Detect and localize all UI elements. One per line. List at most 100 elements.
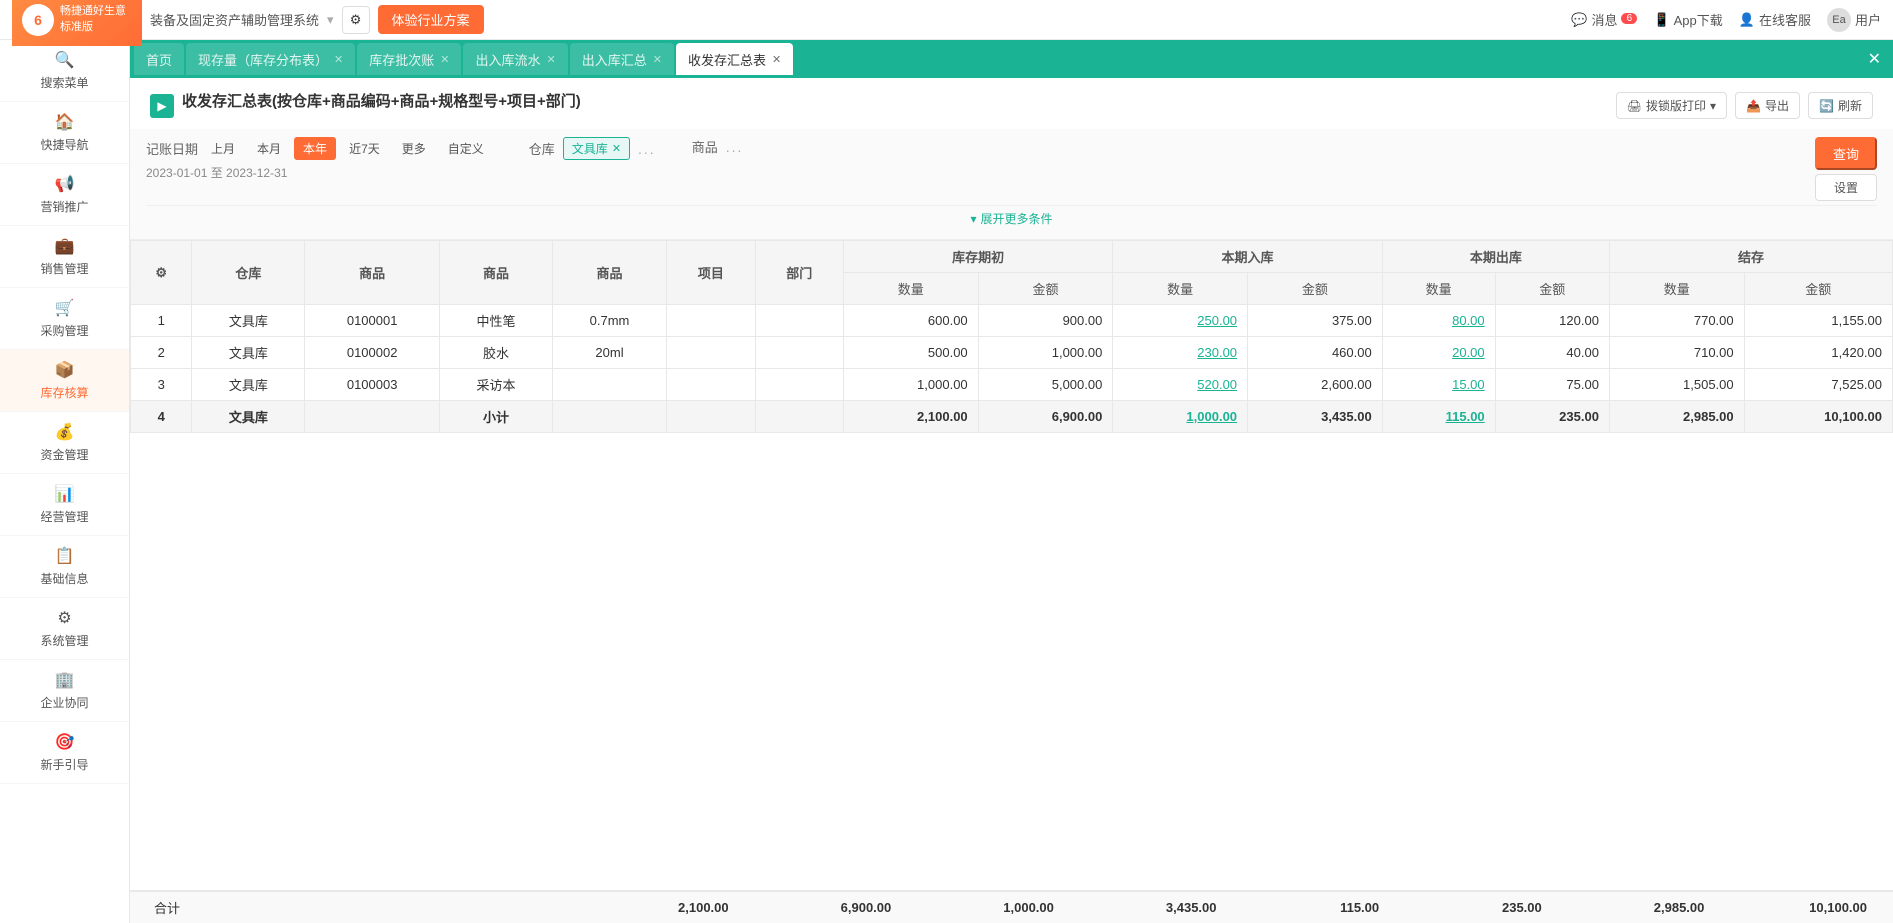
tab-recv_summary[interactable]: 收发存汇总表 ✕ [676, 43, 793, 75]
sidebar-item-quick[interactable]: 🏠快捷导航 [0, 102, 129, 164]
messages-label: 消息 [1591, 10, 1617, 29]
tab-summary[interactable]: 出入库汇总✕ [570, 43, 674, 75]
print-icon: 🖨 [1627, 99, 1642, 113]
date-custom[interactable]: 自定义 [439, 137, 493, 160]
date-7days[interactable]: 近7天 [340, 137, 389, 160]
cell-spec [552, 369, 666, 401]
in-qty-link[interactable]: 250.00 [1197, 313, 1237, 328]
sidebar-item-newbie[interactable]: 🎯新手引导 [0, 722, 129, 784]
cell-name: 采访本 [440, 369, 553, 401]
cell-out-amt: 120.00 [1495, 305, 1609, 337]
page-title-bar: ▶ 收发存汇总表(按仓库+商品编码+商品+规格型号+项目+部门) 🖨 拨锁版打印… [130, 78, 1893, 129]
warehouse-tag-text: 文具库 [572, 140, 608, 157]
sidebar-item-finance[interactable]: 💰资金管理 [0, 412, 129, 474]
gear-button[interactable]: ⚙ [342, 6, 370, 34]
settings-button[interactable]: 设置 [1815, 174, 1877, 201]
trial-button[interactable]: 体验行业方案 [378, 5, 484, 34]
online-service-btn[interactable]: 👤 在线客服 [1739, 10, 1811, 29]
expand-conditions-btn[interactable]: ▾ 展开更多条件 [970, 210, 1052, 227]
cell-bal-qty: 2,985.00 [1609, 401, 1744, 433]
warehouse-tag-close[interactable]: ✕ [612, 142, 621, 155]
sidebar-item-inventory[interactable]: 📦库存核算 [0, 350, 129, 412]
export-icon: 📤 [1746, 99, 1761, 113]
warehouse-more-btn[interactable]: ... [638, 141, 656, 157]
header-left: 6 畅捷通好生意标准版 装备及固定资产辅助管理系统 ▾ ⚙ 体验行业方案 [12, 0, 484, 46]
tab-home[interactable]: 首页 [134, 43, 184, 75]
col-settings-icon[interactable]: ⚙ [131, 241, 192, 305]
sidebar-item-operations[interactable]: 📊经营管理 [0, 474, 129, 536]
search-label: 搜索菜单 [40, 74, 88, 91]
table-row: 3 文具库 0100003 采访本 1,000.00 5,000.00 520.… [131, 369, 1893, 401]
out-qty-link[interactable]: 20.00 [1452, 345, 1485, 360]
tab-flow[interactable]: 出入库流水✕ [463, 43, 567, 75]
cell-seq: 4 [131, 401, 192, 433]
sidebar-item-search[interactable]: 🔍搜索菜单 [0, 40, 129, 102]
cell-warehouse: 文具库 [192, 369, 305, 401]
in-qty-link[interactable]: 1,000.00 [1186, 409, 1237, 424]
col-group-out: 本期出库 [1382, 241, 1609, 273]
top-header: 6 畅捷通好生意标准版 装备及固定资产辅助管理系统 ▾ ⚙ 体验行业方案 💬 消… [0, 0, 1893, 40]
sidebar-item-sales[interactable]: 💼销售管理 [0, 226, 129, 288]
tab-close-batch[interactable]: ✕ [440, 53, 449, 66]
date-this-year[interactable]: 本年 [294, 137, 336, 160]
page-title: 收发存汇总表(按仓库+商品编码+商品+规格型号+项目+部门) [182, 90, 581, 111]
export-button[interactable]: 📤 导出 [1735, 92, 1800, 119]
out-qty-link[interactable]: 80.00 [1452, 313, 1485, 328]
refresh-button[interactable]: 🔄 刷新 [1808, 92, 1873, 119]
cell-init-amt: 1,000.00 [978, 337, 1113, 369]
logo-icon: 6 [22, 4, 54, 36]
in-qty-link[interactable]: 520.00 [1197, 377, 1237, 392]
collapse-arrow-icon[interactable]: ▶ [150, 94, 174, 118]
marketing-label: 营销推广 [40, 198, 88, 215]
cell-init-qty: 600.00 [843, 305, 978, 337]
print-button[interactable]: 🖨 拨锁版打印 ▾ [1616, 92, 1727, 119]
sidebar-item-marketing[interactable]: 📢营销推广 [0, 164, 129, 226]
user-label: 用户 [1855, 10, 1881, 29]
cell-spec: 0.7mm [552, 305, 666, 337]
operations-icon: 📊 [55, 484, 75, 504]
data-table: ⚙ 仓库 商品 商品 商品 项目 部门 库存期初 本期入库 本期出库 结存 [130, 240, 1893, 433]
cell-warehouse: 文具库 [192, 337, 305, 369]
out-qty-link[interactable]: 115.00 [1446, 409, 1485, 424]
messages-btn[interactable]: 💬 消息 6 [1571, 10, 1637, 29]
print-label: 拨锁版打印 [1646, 97, 1706, 114]
query-col: 查询 设置 [1815, 137, 1877, 201]
sidebar-item-enterprise[interactable]: 🏢企业协同 [0, 660, 129, 722]
cell-name: 小计 [440, 401, 553, 433]
cell-bal-amt: 1,155.00 [1744, 305, 1892, 337]
query-button[interactable]: 查询 [1815, 137, 1877, 170]
cell-out-amt: 235.00 [1495, 401, 1609, 433]
service-icon: 👤 [1739, 12, 1755, 28]
user-btn[interactable]: Ea 用户 [1827, 8, 1881, 32]
date-last-month[interactable]: 上月 [202, 137, 244, 160]
col-code: 商品 [305, 241, 440, 305]
footer-in-qty: 1,000.00 [901, 900, 1064, 915]
col-warehouse: 仓库 [192, 241, 305, 305]
out-qty-link[interactable]: 15.00 [1452, 377, 1485, 392]
sub-out-amt: 金额 [1495, 273, 1609, 305]
sidebar-item-system[interactable]: ⚙系统管理 [0, 598, 129, 660]
sub-bal-amt: 金额 [1744, 273, 1892, 305]
date-this-month[interactable]: 本月 [248, 137, 290, 160]
sidebar-item-basic[interactable]: 📋基础信息 [0, 536, 129, 598]
tab-label-recv_summary: 收发存汇总表 [688, 50, 766, 69]
tab-batch[interactable]: 库存批次账✕ [357, 43, 461, 75]
footer-bal-qty: 2,985.00 [1552, 900, 1715, 915]
tab-close-summary[interactable]: ✕ [653, 53, 662, 66]
date-more[interactable]: 更多 [393, 137, 435, 160]
tab-close-flow[interactable]: ✕ [547, 53, 556, 66]
tab-bar-close-icon[interactable]: ✕ [1860, 49, 1889, 69]
in-qty-link[interactable]: 230.00 [1197, 345, 1237, 360]
finance-icon: 💰 [55, 422, 75, 442]
tab-stock_dist[interactable]: 现存量（库存分布表）✕ [186, 43, 355, 75]
cell-in-qty: 520.00 [1113, 369, 1248, 401]
app-download-btn[interactable]: 📱 App下载 [1653, 10, 1722, 29]
tab-close-stock_dist[interactable]: ✕ [334, 53, 343, 66]
cell-warehouse: 文具库 [192, 401, 305, 433]
cell-init-amt: 5,000.00 [978, 369, 1113, 401]
goods-label: 商品 [692, 137, 718, 156]
tab-close-recv_summary[interactable]: ✕ [772, 53, 781, 66]
page-right-actions: 🖨 拨锁版打印 ▾ 📤 导出 🔄 刷新 [1616, 92, 1873, 119]
goods-more-btn[interactable]: ... [726, 139, 744, 155]
sidebar-item-purchase[interactable]: 🛒采购管理 [0, 288, 129, 350]
